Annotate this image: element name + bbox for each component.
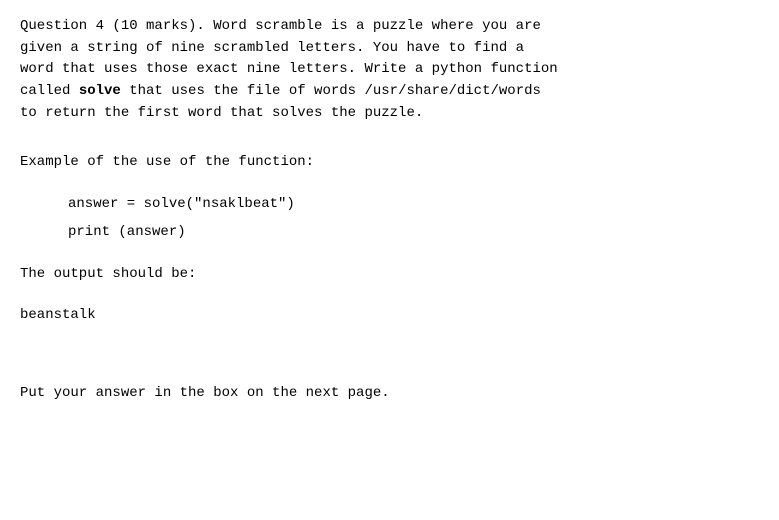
question-line4-post: that uses the file of words /usr/share/d…: [121, 83, 541, 99]
page-content: Question 4 (10 marks). Word scramble is …: [0, 0, 779, 520]
code-line-1: answer = solve("nsaklbeat"): [20, 194, 759, 216]
question-line-4: called solve that uses the file of words…: [20, 81, 759, 103]
output-value: beanstalk: [20, 305, 759, 327]
question-line-3: word that uses those exact nine letters.…: [20, 59, 759, 81]
spacer-4: [20, 291, 759, 305]
spacer-3: [20, 250, 759, 264]
spacer-6: [20, 355, 759, 383]
spacer-2: [20, 180, 759, 194]
output-label: The output should be:: [20, 264, 759, 286]
question-line-2: given a string of nine scrambled letters…: [20, 38, 759, 60]
question-block: Question 4 (10 marks). Word scramble is …: [20, 16, 759, 124]
spacer-1: [20, 124, 759, 152]
question-line-5: to return the first word that solves the…: [20, 103, 759, 125]
question-line4-pre: called: [20, 83, 79, 99]
spacer-5: [20, 327, 759, 355]
solve-keyword: solve: [79, 83, 121, 99]
example-label: Example of the use of the function:: [20, 152, 759, 174]
question-line-1: Question 4 (10 marks). Word scramble is …: [20, 16, 759, 38]
footer-text: Put your answer in the box on the next p…: [20, 383, 759, 405]
code-line-2: print (answer): [20, 222, 759, 244]
